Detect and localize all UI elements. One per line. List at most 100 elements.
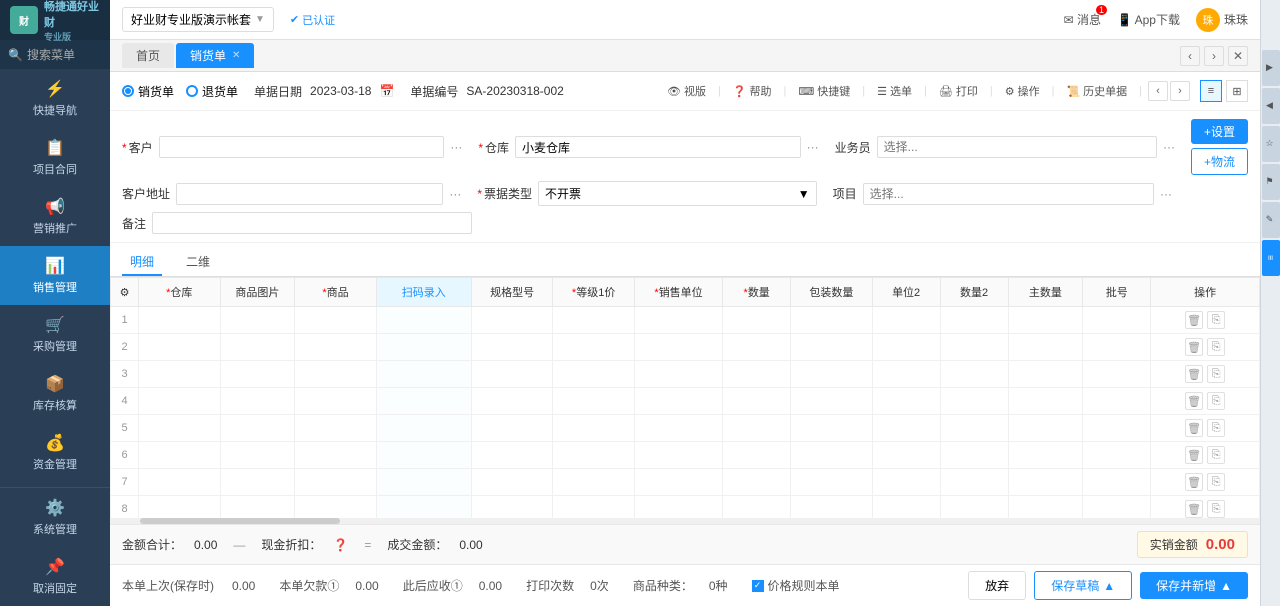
toolbar-select[interactable]: ☰选单	[871, 81, 918, 101]
cell-qty2[interactable]	[940, 307, 1008, 334]
cell-mainqty[interactable]	[1008, 307, 1083, 334]
cell-warehouse[interactable]	[139, 388, 221, 415]
cell-product[interactable]	[295, 361, 377, 388]
cell-unit2[interactable]	[872, 361, 940, 388]
toolbar-view[interactable]: 👁视版	[661, 81, 712, 101]
right-tool-2[interactable]: ◀	[1262, 88, 1280, 124]
cell-unit2[interactable]	[872, 496, 940, 519]
remark-input[interactable]	[152, 212, 472, 234]
toolbar-history[interactable]: 📜历史单据	[1060, 81, 1133, 101]
cell-mainqty[interactable]	[1008, 496, 1083, 519]
cell-mainqty[interactable]	[1008, 361, 1083, 388]
cell-qty2[interactable]	[940, 334, 1008, 361]
sidebar-search[interactable]: 🔍 搜索菜单	[0, 40, 110, 69]
sidebar-item-inventory[interactable]: 📦 库存核算	[0, 364, 110, 423]
cell-product[interactable]	[295, 334, 377, 361]
address-input[interactable]	[176, 183, 443, 205]
tab-sale-order[interactable]: 销货单 ✕	[176, 43, 254, 68]
row-delete-button[interactable]: 🗑	[1185, 311, 1203, 329]
tab-close-button[interactable]: ✕	[1228, 46, 1248, 66]
row-copy-button[interactable]: ⎘	[1207, 365, 1225, 383]
cell-price1[interactable]	[553, 415, 635, 442]
cell-spec[interactable]	[471, 415, 553, 442]
additem-button[interactable]: +物流	[1191, 148, 1248, 175]
cell-barcode[interactable]	[376, 415, 471, 442]
row-copy-button[interactable]: ⎘	[1207, 419, 1225, 437]
cell-warehouse[interactable]	[139, 442, 221, 469]
toolbar-shortcut[interactable]: ⌨快捷键	[792, 81, 856, 101]
row-copy-button[interactable]: ⎘	[1207, 392, 1225, 410]
customer-dots[interactable]: ···	[450, 140, 462, 154]
calendar-icon[interactable]: 📅	[379, 84, 394, 98]
sidebar-item-sales[interactable]: 📊 销售管理	[0, 246, 110, 305]
cell-spec[interactable]	[471, 496, 553, 519]
cell-barcode[interactable]	[376, 307, 471, 334]
cell-saleunit[interactable]	[634, 334, 722, 361]
scrollbar-thumb[interactable]	[140, 518, 340, 524]
tab-home[interactable]: 首页	[122, 43, 174, 68]
cell-saleunit[interactable]	[634, 361, 722, 388]
cell-qty[interactable]	[723, 388, 791, 415]
cell-qty[interactable]	[723, 334, 791, 361]
cell-qty2[interactable]	[940, 496, 1008, 519]
form-prev-button[interactable]: ‹	[1148, 81, 1168, 101]
warehouse-dots[interactable]: ···	[807, 140, 819, 154]
message-button[interactable]: ✉ 1 消息	[1064, 11, 1101, 28]
cell-qty2[interactable]	[940, 469, 1008, 496]
cell-mainqty[interactable]	[1008, 442, 1083, 469]
cell-image[interactable]	[220, 496, 295, 519]
cell-saleunit[interactable]	[634, 496, 722, 519]
cell-batch[interactable]	[1083, 334, 1151, 361]
grid-view-button[interactable]: ⊞	[1226, 80, 1248, 102]
cell-image[interactable]	[220, 415, 295, 442]
warehouse-input[interactable]	[515, 136, 801, 158]
row-delete-button[interactable]: 🗑	[1185, 473, 1203, 491]
cell-qty[interactable]	[723, 469, 791, 496]
customer-input[interactable]	[159, 136, 445, 158]
cell-price1[interactable]	[553, 469, 635, 496]
cell-qty2[interactable]	[940, 361, 1008, 388]
cell-unit2[interactable]	[872, 334, 940, 361]
cell-price1[interactable]	[553, 442, 635, 469]
save-draft-button[interactable]: 保存草稿 ▲	[1034, 571, 1132, 600]
cell-batch[interactable]	[1083, 469, 1151, 496]
cell-mainqty[interactable]	[1008, 469, 1083, 496]
sidebar-item-capital[interactable]: 💰 资金管理	[0, 423, 110, 482]
cell-qty2[interactable]	[940, 442, 1008, 469]
project-input[interactable]	[863, 183, 1154, 205]
cell-mainqty[interactable]	[1008, 388, 1083, 415]
row-copy-button[interactable]: ⎘	[1207, 311, 1225, 329]
cell-qty[interactable]	[723, 442, 791, 469]
cell-qty[interactable]	[723, 307, 791, 334]
cell-batch[interactable]	[1083, 388, 1151, 415]
cell-saleunit[interactable]	[634, 388, 722, 415]
help-circle-icon[interactable]: ❓	[333, 538, 348, 552]
cell-barcode[interactable]	[376, 361, 471, 388]
cell-warehouse[interactable]	[139, 361, 221, 388]
cell-warehouse[interactable]	[139, 415, 221, 442]
cell-spec[interactable]	[471, 469, 553, 496]
company-selector[interactable]: 好业财专业版演示帐套 ▼	[122, 7, 274, 32]
cell-spec[interactable]	[471, 442, 553, 469]
cell-pkgqty[interactable]	[791, 307, 873, 334]
cell-product[interactable]	[295, 388, 377, 415]
cell-qty[interactable]	[723, 496, 791, 519]
form-next-button[interactable]: ›	[1170, 81, 1190, 101]
cell-price1[interactable]	[553, 307, 635, 334]
cell-qty2[interactable]	[940, 415, 1008, 442]
app-download-button[interactable]: 📱 App下载	[1117, 11, 1180, 28]
cell-price1[interactable]	[553, 361, 635, 388]
salesperson-dots[interactable]: ···	[1163, 140, 1175, 154]
cell-pkgqty[interactable]	[791, 361, 873, 388]
table-scrollbar[interactable]	[110, 518, 1260, 524]
cell-warehouse[interactable]	[139, 469, 221, 496]
user-avatar[interactable]: 珠 珠珠	[1196, 8, 1248, 32]
salesperson-input[interactable]	[877, 136, 1157, 158]
cell-spec[interactable]	[471, 334, 553, 361]
cell-product[interactable]	[295, 442, 377, 469]
cell-pkgqty[interactable]	[791, 334, 873, 361]
cell-product[interactable]	[295, 469, 377, 496]
cell-pkgqty[interactable]	[791, 388, 873, 415]
right-tool-6[interactable]: ≡	[1262, 240, 1280, 276]
toolbar-print[interactable]: 🖨打印	[933, 81, 984, 101]
